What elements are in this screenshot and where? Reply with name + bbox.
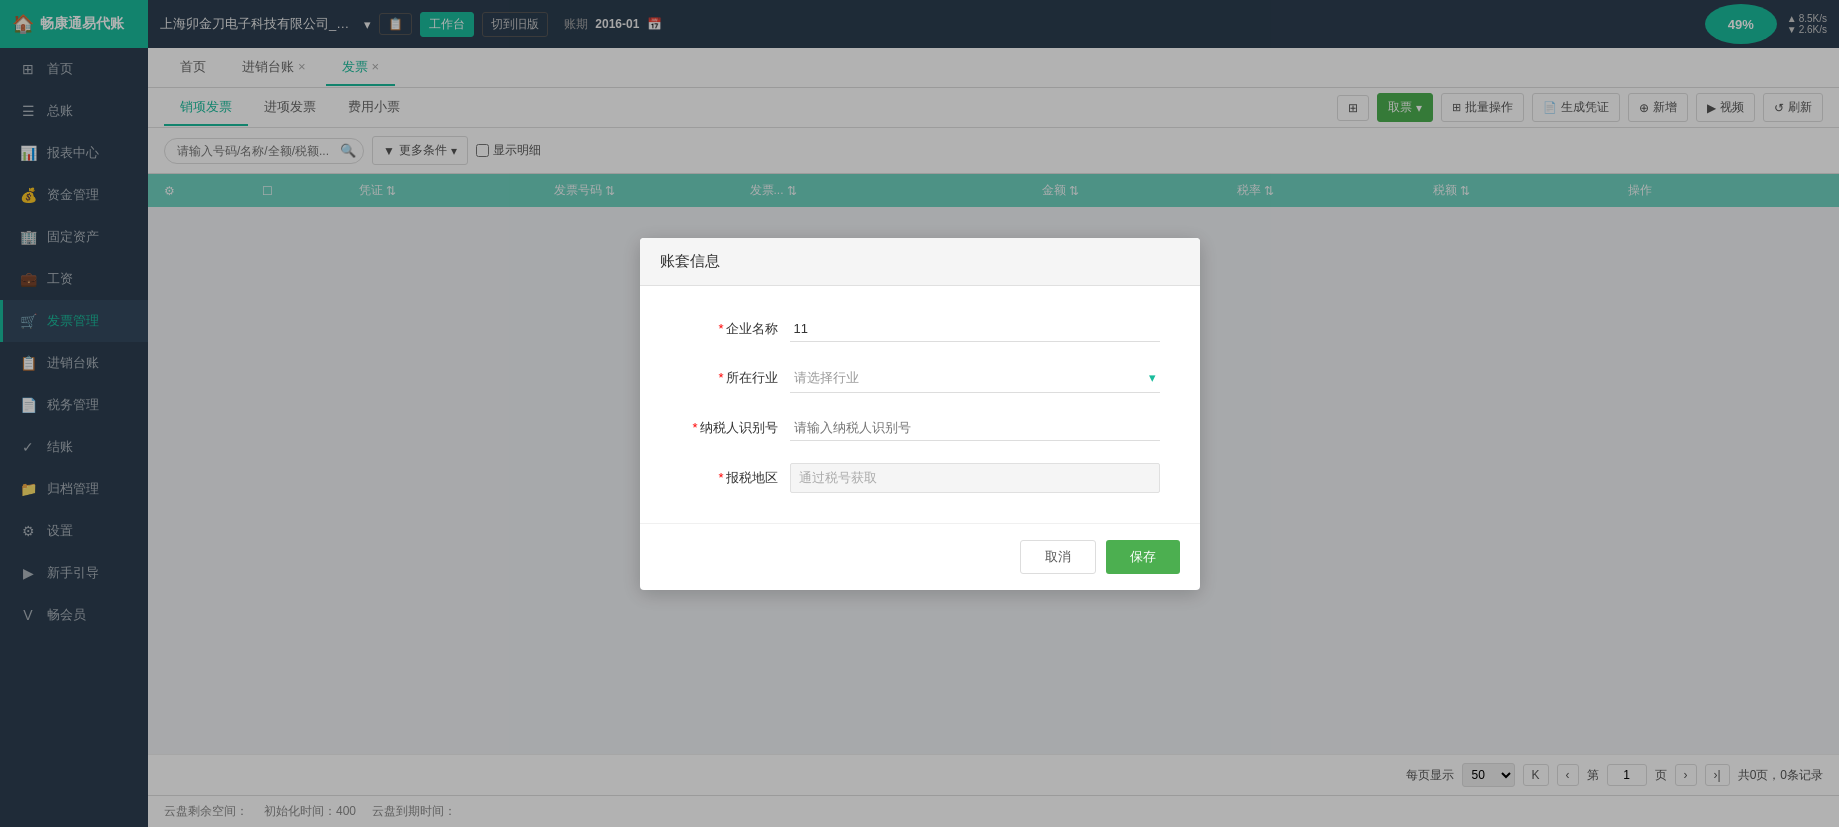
modal-footer: 取消 保存 — [640, 523, 1200, 590]
industry-dropdown-icon: ▾ — [1149, 370, 1156, 385]
tax-region-label: *报税地区 — [680, 469, 790, 487]
save-button[interactable]: 保存 — [1106, 540, 1180, 574]
industry-placeholder: 请选择行业 — [794, 369, 859, 387]
industry-select[interactable]: 请选择行业 ▾ — [790, 364, 1160, 393]
cancel-button[interactable]: 取消 — [1020, 540, 1096, 574]
modal-title: 账套信息 — [640, 238, 1200, 286]
tax-id-input[interactable] — [790, 415, 1160, 441]
company-name-input[interactable] — [790, 316, 1160, 342]
tax-region-row: *报税地区 通过税号获取 — [680, 463, 1160, 493]
company-name-row: *企业名称 — [680, 316, 1160, 342]
modal-overlay: 账套信息 *企业名称 *所在行业 请选择行业 ▾ — [0, 0, 1839, 827]
industry-row: *所在行业 请选择行业 ▾ — [680, 364, 1160, 393]
industry-label: *所在行业 — [680, 369, 790, 387]
account-info-modal: 账套信息 *企业名称 *所在行业 请选择行业 ▾ — [640, 238, 1200, 590]
modal-body: *企业名称 *所在行业 请选择行业 ▾ *纳税人识别号 — [640, 286, 1200, 523]
tax-region-display: 通过税号获取 — [790, 463, 1160, 493]
tax-id-row: *纳税人识别号 — [680, 415, 1160, 441]
tax-id-label: *纳税人识别号 — [680, 419, 790, 437]
company-name-label: *企业名称 — [680, 320, 790, 338]
